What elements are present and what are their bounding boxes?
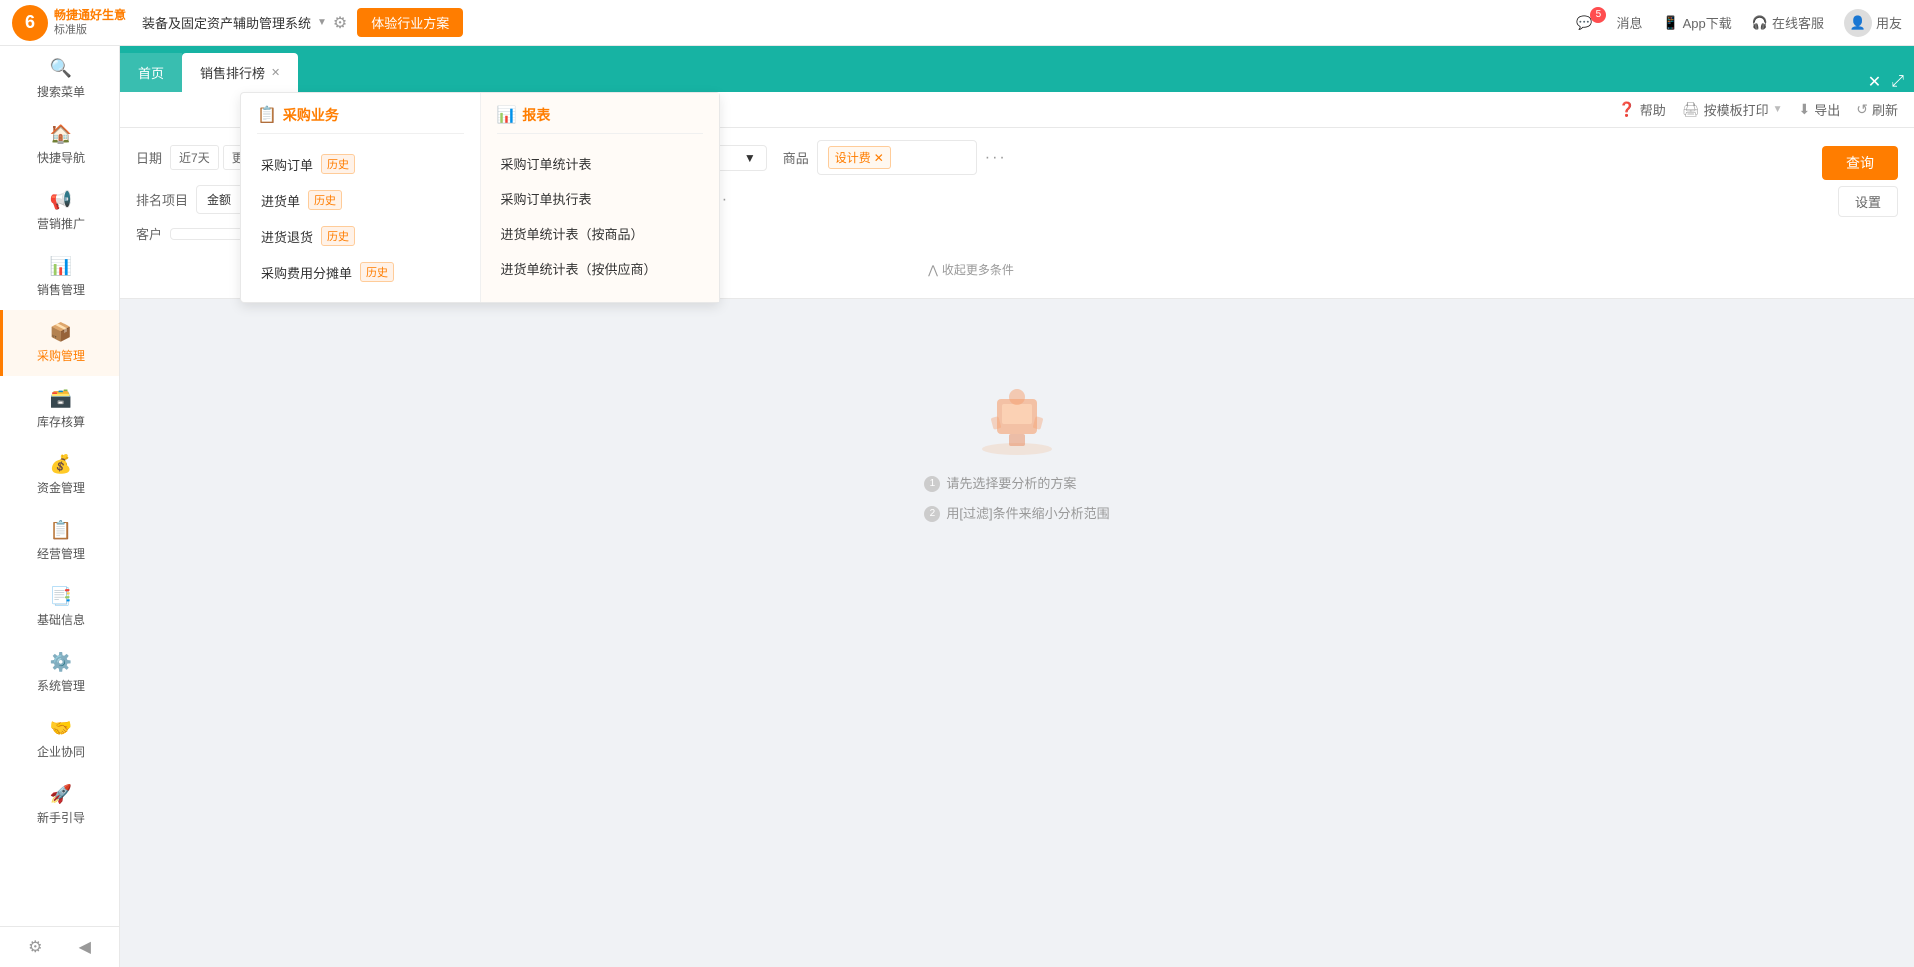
sidebar-item-operations[interactable]: 📋 经营管理 <box>0 508 119 574</box>
sidebar-item-basic-info[interactable]: 📑 基础信息 <box>0 574 119 640</box>
avatar: 👤 <box>1844 9 1872 37</box>
time-btn-7days[interactable]: 近7天 <box>170 145 219 170</box>
message-button[interactable]: 💬 5 消息 <box>1576 13 1642 32</box>
tab-bar: 首页 销售排行榜 ✕ ✕ ⤢ <box>120 46 1914 92</box>
headset-icon: 🎧 <box>1752 15 1768 31</box>
sidebar-item-purchase[interactable]: 📦 采购管理 <box>0 310 119 376</box>
report-section-title: 📊 报表 <box>497 105 704 134</box>
sidebar-item-sales[interactable]: 📊 销售管理 <box>0 244 119 310</box>
sidebar-item-guide[interactable]: 🚀 新手引导 <box>0 772 119 838</box>
tab-close-all-icon[interactable]: ✕ <box>1868 72 1881 92</box>
chevron-down-icon: ▼ <box>744 151 756 165</box>
sidebar-item-system[interactable]: ⚙️ 系统管理 <box>0 640 119 706</box>
dropdown-item-order-stats[interactable]: 采购订单统计表 <box>497 146 704 181</box>
phone-icon: 📱 <box>1662 15 1678 31</box>
empty-state: 1 请先选择要分析的方案 2 用[过滤]条件来缩小分析范围 <box>120 299 1914 607</box>
export-icon: ⬇ <box>1799 101 1811 118</box>
purchase-section-title: 📋 采购业务 <box>257 105 464 134</box>
basic-info-icon: 📑 <box>50 586 72 607</box>
report-section: 📊 报表 采购订单统计表 采购订单执行表 进货单统计表（按商品） 进货单统计表（… <box>481 93 720 302</box>
help-button[interactable]: ❓ 帮助 <box>1618 100 1665 119</box>
tab-sales-ranking[interactable]: 销售排行榜 ✕ <box>182 53 298 92</box>
sidebar-settings-button[interactable]: ⚙ <box>28 937 42 957</box>
settings-button[interactable]: 设置 <box>1838 186 1898 217</box>
empty-illustration <box>967 379 1067 459</box>
inventory-icon: 🗃️ <box>50 388 72 409</box>
system-dropdown-button[interactable]: ▼ <box>317 17 327 28</box>
user-menu-button[interactable]: 👤 用友 <box>1844 9 1902 37</box>
sidebar-item-finance[interactable]: 💰 资金管理 <box>0 442 119 508</box>
print-dropdown-icon[interactable]: ▼ <box>1773 104 1783 115</box>
system-title: 装备及固定资产辅助管理系统 ▼ ⚙ <box>142 13 347 33</box>
product-filter: 商品 设计费 ✕ ··· <box>783 140 1007 175</box>
dropdown-item-purchase-order[interactable]: 采购订单 历史 <box>257 146 464 182</box>
sidebar-collapse-button[interactable]: ◀ <box>79 937 91 957</box>
sidebar-bottom: ⚙ ◀ <box>0 926 119 967</box>
main-layout: 🔍 搜索菜单 🏠 快捷导航 📢 营销推广 📊 销售管理 📦 采购管理 🗃️ 库存… <box>0 46 1914 967</box>
logo-text: 畅捷通好生意 标准版 <box>54 8 126 38</box>
header-left: 6 畅捷通好生意 标准版 装备及固定资产辅助管理系统 ▼ ⚙ 体验行业方案 <box>12 5 463 41</box>
sales-icon: 📊 <box>50 256 72 277</box>
refresh-button[interactable]: ↺ 刷新 <box>1856 100 1898 119</box>
enterprise-icon: 🤝 <box>50 718 72 739</box>
top-header: 6 畅捷通好生意 标准版 装备及固定资产辅助管理系统 ▼ ⚙ 体验行业方案 💬 … <box>0 0 1914 46</box>
purchase-section: 📋 采购业务 采购订单 历史 进货单 历史 进货退货 历史 采购费用分摊单 <box>241 93 481 302</box>
product-input[interactable]: 设计费 ✕ <box>817 140 977 175</box>
tab-close-icon[interactable]: ✕ <box>271 66 280 79</box>
sidebar-item-quick-nav[interactable]: 🏠 快捷导航 <box>0 112 119 178</box>
print-icon: 🖨 <box>1682 101 1700 118</box>
guide-icon: 🚀 <box>50 784 72 805</box>
operations-icon: 📋 <box>50 520 72 541</box>
app-download-button[interactable]: 📱 App下载 <box>1662 13 1731 32</box>
refresh-icon: ↺ <box>1856 101 1868 118</box>
header-right: 💬 5 消息 📱 App下载 🎧 在线客服 👤 用友 <box>1576 9 1902 37</box>
export-button[interactable]: ⬇ 导出 <box>1799 100 1841 119</box>
help-icon: ❓ <box>1618 101 1635 118</box>
dropdown-item-order-exec[interactable]: 采购订单执行表 <box>497 181 704 216</box>
dropdown-item-inbound[interactable]: 进货单 历史 <box>257 182 464 218</box>
search-icon: 🔍 <box>50 58 72 79</box>
tab-home[interactable]: 首页 <box>120 53 182 92</box>
product-tag: 设计费 ✕ <box>828 146 891 169</box>
settings-icon[interactable]: ⚙ <box>333 13 347 33</box>
purchase-dropdown-menu: 📋 采购业务 采购订单 历史 进货单 历史 进货退货 历史 采购费用分摊单 <box>240 92 720 303</box>
purchase-icon: 📦 <box>50 322 72 343</box>
sidebar: 🔍 搜索菜单 🏠 快捷导航 📢 营销推广 📊 销售管理 📦 采购管理 🗃️ 库存… <box>0 46 120 967</box>
online-service-button[interactable]: 🎧 在线客服 <box>1752 13 1824 32</box>
sidebar-item-enterprise[interactable]: 🤝 企业协同 <box>0 706 119 772</box>
sidebar-item-inventory[interactable]: 🗃️ 库存核算 <box>0 376 119 442</box>
sidebar-item-search[interactable]: 🔍 搜索菜单 <box>0 46 119 112</box>
report-section-icon: 📊 <box>497 105 517 125</box>
purchase-section-icon: 📋 <box>257 105 277 125</box>
query-button[interactable]: 查询 <box>1822 146 1898 180</box>
tab-right-actions: ✕ ⤢ <box>1868 72 1914 92</box>
empty-text: 1 请先选择要分析的方案 2 用[过滤]条件来缩小分析范围 <box>924 471 1109 527</box>
tab-expand-icon[interactable]: ⤢ <box>1891 73 1904 91</box>
home-icon: 🏠 <box>50 124 72 145</box>
dropdown-item-expense[interactable]: 采购费用分摊单 历史 <box>257 254 464 290</box>
system-icon: ⚙️ <box>50 652 72 673</box>
trial-button[interactable]: 体验行业方案 <box>357 8 463 37</box>
print-button[interactable]: 🖨 按模板打印 ▼ <box>1682 100 1783 119</box>
product-more-icon[interactable]: ··· <box>985 149 1007 167</box>
dropdown-item-return[interactable]: 进货退货 历史 <box>257 218 464 254</box>
dropdown-item-inbound-by-supplier[interactable]: 进货单统计表（按供应商） <box>497 251 704 286</box>
tag-close-icon[interactable]: ✕ <box>874 151 884 165</box>
content-area: 首页 销售排行榜 ✕ ✕ ⤢ ❓ 帮助 🖨 按模板打印 <box>120 46 1914 967</box>
sidebar-item-marketing[interactable]: 📢 营销推广 <box>0 178 119 244</box>
action-column: 查询 设置 <box>1822 140 1898 217</box>
logo-icon: 6 <box>12 5 48 41</box>
marketing-icon: 📢 <box>50 190 72 211</box>
logo-area: 6 畅捷通好生意 标准版 <box>12 5 132 41</box>
finance-icon: 💰 <box>50 454 72 475</box>
collapse-up-icon: ⋀ <box>928 263 938 277</box>
dropdown-item-inbound-by-product[interactable]: 进货单统计表（按商品） <box>497 216 704 251</box>
